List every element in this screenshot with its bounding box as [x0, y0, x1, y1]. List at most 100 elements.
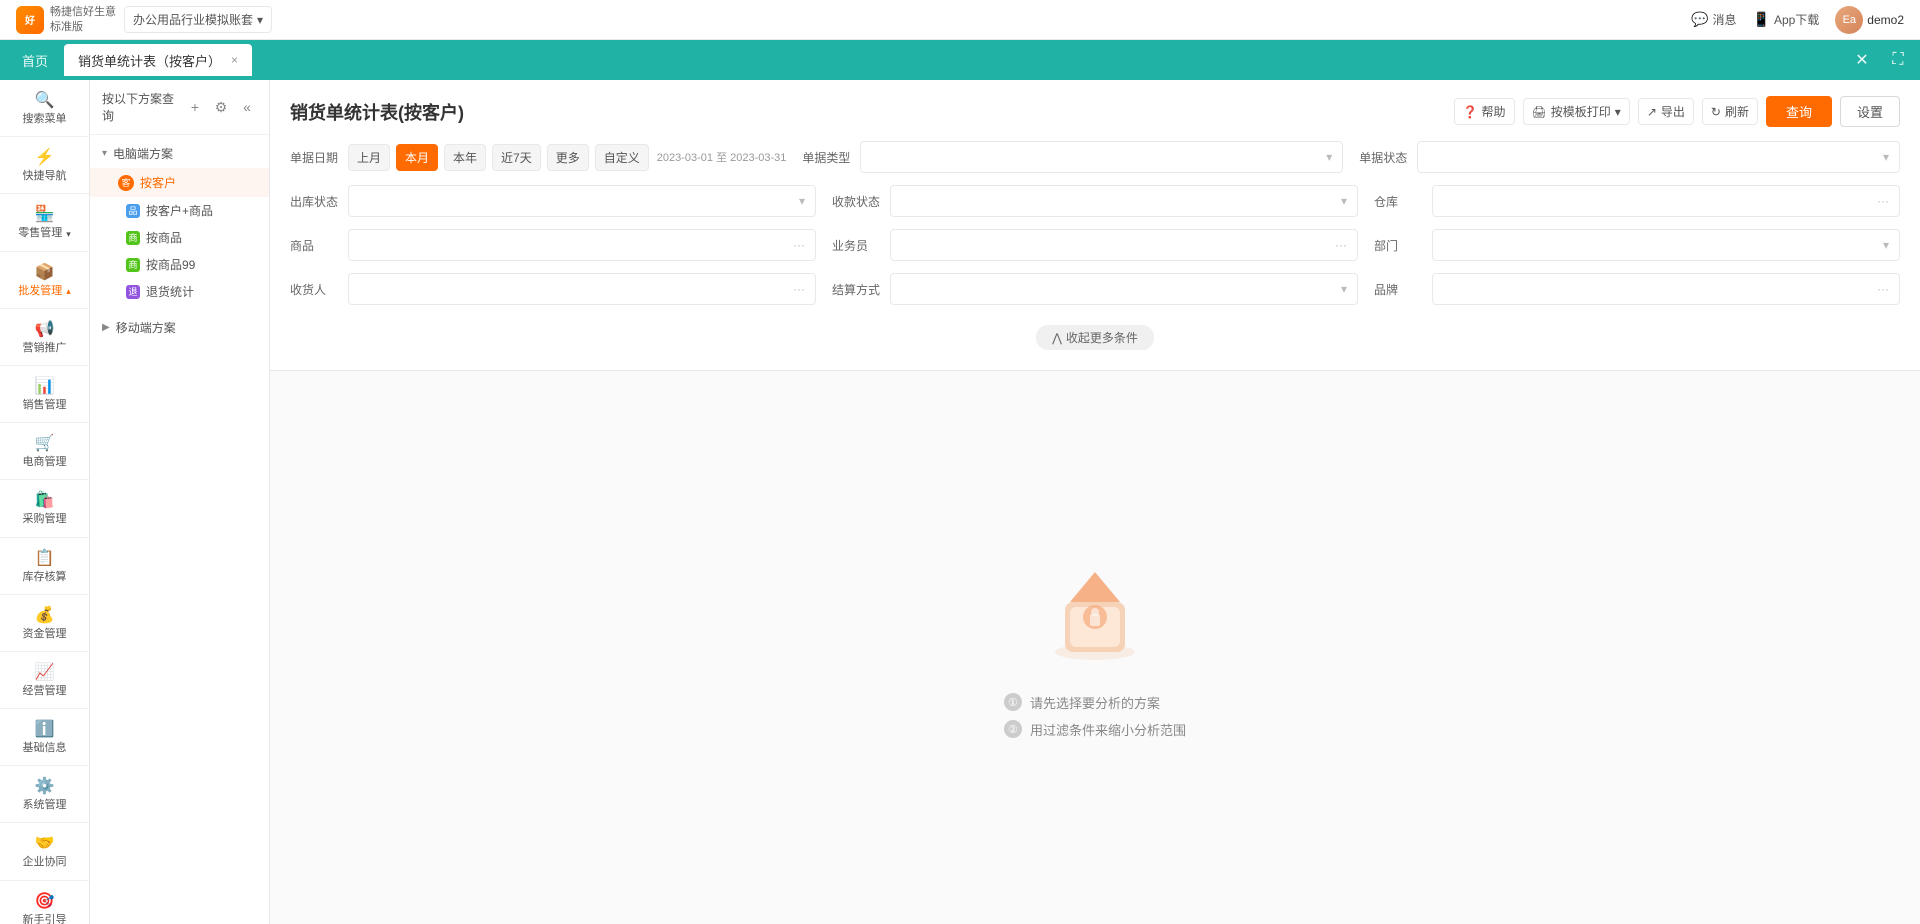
payment-method-input[interactable]: ▾ — [890, 273, 1358, 305]
logo-text: 畅捷信好生意 标准版 — [50, 5, 116, 34]
query-button[interactable]: 查询 — [1766, 96, 1832, 127]
collapse-btn[interactable]: ⋀ 收起更多条件 — [1036, 325, 1154, 350]
salesperson-label: 业务员 — [832, 237, 882, 254]
sidebar-item-finance[interactable]: 💰 资金管理 — [0, 595, 89, 652]
expand-icon: ▾ — [66, 229, 71, 240]
template-print-btn[interactable]: 🖨 按模板打印 ▾ — [1523, 98, 1630, 125]
payment-method-label: 结算方式 — [832, 281, 882, 298]
scheme-header-title: 按以下方案查询 — [102, 90, 185, 124]
scheme-item-icon-customer: 客 — [118, 175, 134, 191]
ecommerce-icon: 🛒 — [35, 433, 55, 453]
goods-label: 商品 — [290, 237, 340, 254]
scheme-collapse-btn[interactable]: « — [237, 97, 257, 117]
date-label: 单据日期 — [290, 149, 340, 166]
pay-status-label: 收款状态 — [832, 193, 882, 210]
filter-item-pay-status: 收款状态 ▾ — [832, 185, 1358, 217]
header-left: 好 畅捷信好生意 标准版 办公用品行业模拟账套 ▾ — [16, 5, 272, 34]
tab-close-btn[interactable]: × — [231, 53, 238, 67]
sidebar-item-search[interactable]: 🔍 搜索菜单 — [0, 80, 89, 137]
scheme-item-by-customer[interactable]: 客 按客户 — [90, 168, 269, 197]
refresh-btn[interactable]: ↻ 刷新 — [1702, 98, 1758, 125]
message-btn[interactable]: 💬 消息 — [1691, 11, 1736, 28]
empty-illustration — [1035, 557, 1155, 677]
newbie-icon: 🎯 — [35, 891, 55, 911]
filter-title-row: 销货单统计表(按客户) ❓ 帮助 🖨 按模板打印 ▾ ↗ — [290, 96, 1900, 127]
scheme-item-goods99[interactable]: 商 按商品99 — [90, 251, 269, 278]
scheme-item-return-stat[interactable]: 退 退货统计 — [90, 278, 269, 305]
sidebar-item-newbie[interactable]: 🎯 新手引导 — [0, 881, 89, 924]
scheme-panel: 按以下方案查询 + ⚙ « ▾ 电脑端方案 客 按客户 品 按客户 — [90, 80, 270, 924]
tab-home[interactable]: 首页 — [8, 44, 62, 76]
dots-icon: ··· — [1877, 194, 1889, 208]
sidebar-item-inventory[interactable]: 📋 库存核算 — [0, 538, 89, 595]
warehouse-label: 仓库 — [1374, 193, 1424, 210]
sidebar-item-quick-nav[interactable]: ⚡ 快捷导航 — [0, 137, 89, 194]
receiver-input[interactable]: ··· — [348, 273, 816, 305]
sidebar-item-system[interactable]: ⚙️ 系统管理 — [0, 766, 89, 823]
date-btn-custom[interactable]: 自定义 — [595, 144, 649, 171]
scheme-group-mobile-header[interactable]: ▶ 移动端方案 — [90, 313, 269, 342]
page-actions: ❓ 帮助 🖨 按模板打印 ▾ ↗ 导出 ↻ — [1454, 96, 1900, 127]
download-icon: 📱 — [1753, 11, 1770, 28]
export-btn[interactable]: ↗ 导出 — [1638, 98, 1694, 125]
chevron-down-icon: ▾ — [799, 194, 805, 208]
user-area[interactable]: Ea demo2 — [1835, 6, 1904, 34]
sidebar-item-basic[interactable]: ℹ️ 基础信息 — [0, 709, 89, 766]
sidebar-item-ecommerce[interactable]: 🛒 电商管理 — [0, 423, 89, 480]
salesperson-input[interactable]: ··· — [890, 229, 1358, 261]
date-btn-more[interactable]: 更多 — [547, 144, 589, 171]
scheme-settings-btn[interactable]: ⚙ — [211, 97, 231, 117]
sidebar-item-operation[interactable]: 📈 经营管理 — [0, 652, 89, 709]
tab-close-window-btn[interactable]: ✕ — [1848, 46, 1876, 74]
brand-input[interactable]: ··· — [1432, 273, 1900, 305]
tab-maximize-btn[interactable]: ⛶ — [1884, 46, 1912, 74]
top-header: 好 畅捷信好生意 标准版 办公用品行业模拟账套 ▾ 💬 消息 📱 App下载 E… — [0, 0, 1920, 40]
dept-label: 部门 — [1374, 237, 1424, 254]
out-status-input[interactable]: ▾ — [348, 185, 816, 217]
doc-status-input[interactable]: ▾ — [1417, 141, 1900, 173]
industry-selector[interactable]: 办公用品行业模拟账套 ▾ — [124, 6, 272, 33]
help-btn[interactable]: ❓ 帮助 — [1454, 98, 1515, 125]
pay-status-input[interactable]: ▾ — [890, 185, 1358, 217]
empty-text-list: ① 请先选择要分析的方案 ② 用过滤条件来缩小分析范围 — [1004, 693, 1186, 739]
scheme-item-by-goods[interactable]: 商 按商品 — [90, 224, 269, 251]
filter-main: 销货单统计表(按客户) ❓ 帮助 🖨 按模板打印 ▾ ↗ — [270, 80, 1920, 924]
scheme-add-btn[interactable]: + — [185, 97, 205, 117]
date-btn-this-month[interactable]: 本月 — [396, 144, 438, 171]
filter-item-doc-status: 单据状态 ▾ — [1359, 141, 1900, 173]
scheme-header-actions: + ⚙ « — [185, 97, 257, 117]
collapse-icon: ⋀ — [1052, 331, 1062, 345]
app-download-btn[interactable]: 📱 App下载 — [1753, 11, 1820, 28]
tab-active[interactable]: 销货单统计表（按客户） × — [64, 44, 252, 76]
chevron-down-icon: ▾ — [1341, 282, 1347, 296]
date-range-text: 2023-03-01 至 2023-03-31 — [657, 149, 787, 165]
chevron-right-icon: ▶ — [102, 322, 110, 333]
sidebar-item-corp[interactable]: 🤝 企业协同 — [0, 823, 89, 880]
goods-input[interactable]: ··· — [348, 229, 816, 261]
filter-row-2: 出库状态 ▾ 收款状态 ▾ 仓库 — [290, 185, 1900, 217]
scheme-item-icon-goods99: 商 — [126, 258, 140, 272]
scheme-group-desktop-header[interactable]: ▾ 电脑端方案 — [90, 139, 269, 168]
avatar: Ea — [1835, 6, 1863, 34]
dept-input[interactable]: ▾ — [1432, 229, 1900, 261]
sidebar-item-wholesale[interactable]: 📦 批发管理 ▴ — [0, 252, 89, 309]
date-btn-last7[interactable]: 近7天 — [492, 144, 541, 171]
date-btn-this-year[interactable]: 本年 — [444, 144, 486, 171]
sidebar-item-purchase[interactable]: 🛍️ 采购管理 — [0, 480, 89, 537]
scheme-group-mobile: ▶ 移动端方案 — [90, 309, 269, 346]
sidebar-item-sales[interactable]: 📊 销售管理 — [0, 366, 89, 423]
settings-button[interactable]: 设置 — [1840, 96, 1900, 127]
brand-label: 品牌 — [1374, 281, 1424, 298]
receiver-label: 收货人 — [290, 281, 340, 298]
collapse-row: ⋀ 收起更多条件 — [290, 317, 1900, 354]
scheme-item-customer-goods[interactable]: 品 按客户+商品 — [90, 197, 269, 224]
warehouse-input[interactable]: ··· — [1432, 185, 1900, 217]
doc-type-input[interactable]: ▾ — [860, 141, 1343, 173]
date-btn-last-month[interactable]: 上月 — [348, 144, 390, 171]
main-layout: 🔍 搜索菜单 ⚡ 快捷导航 🏪 零售管理 ▾ 📦 批发管理 ▴ 📢 营销推广 — [0, 80, 1920, 924]
tab-bar-actions: ✕ ⛶ — [1848, 46, 1912, 74]
sidebar-item-marketing[interactable]: 📢 营销推广 — [0, 309, 89, 366]
help-icon: ❓ — [1463, 105, 1478, 119]
sidebar-item-retail[interactable]: 🏪 零售管理 ▾ — [0, 194, 89, 251]
filter-item-warehouse: 仓库 ··· — [1374, 185, 1900, 217]
